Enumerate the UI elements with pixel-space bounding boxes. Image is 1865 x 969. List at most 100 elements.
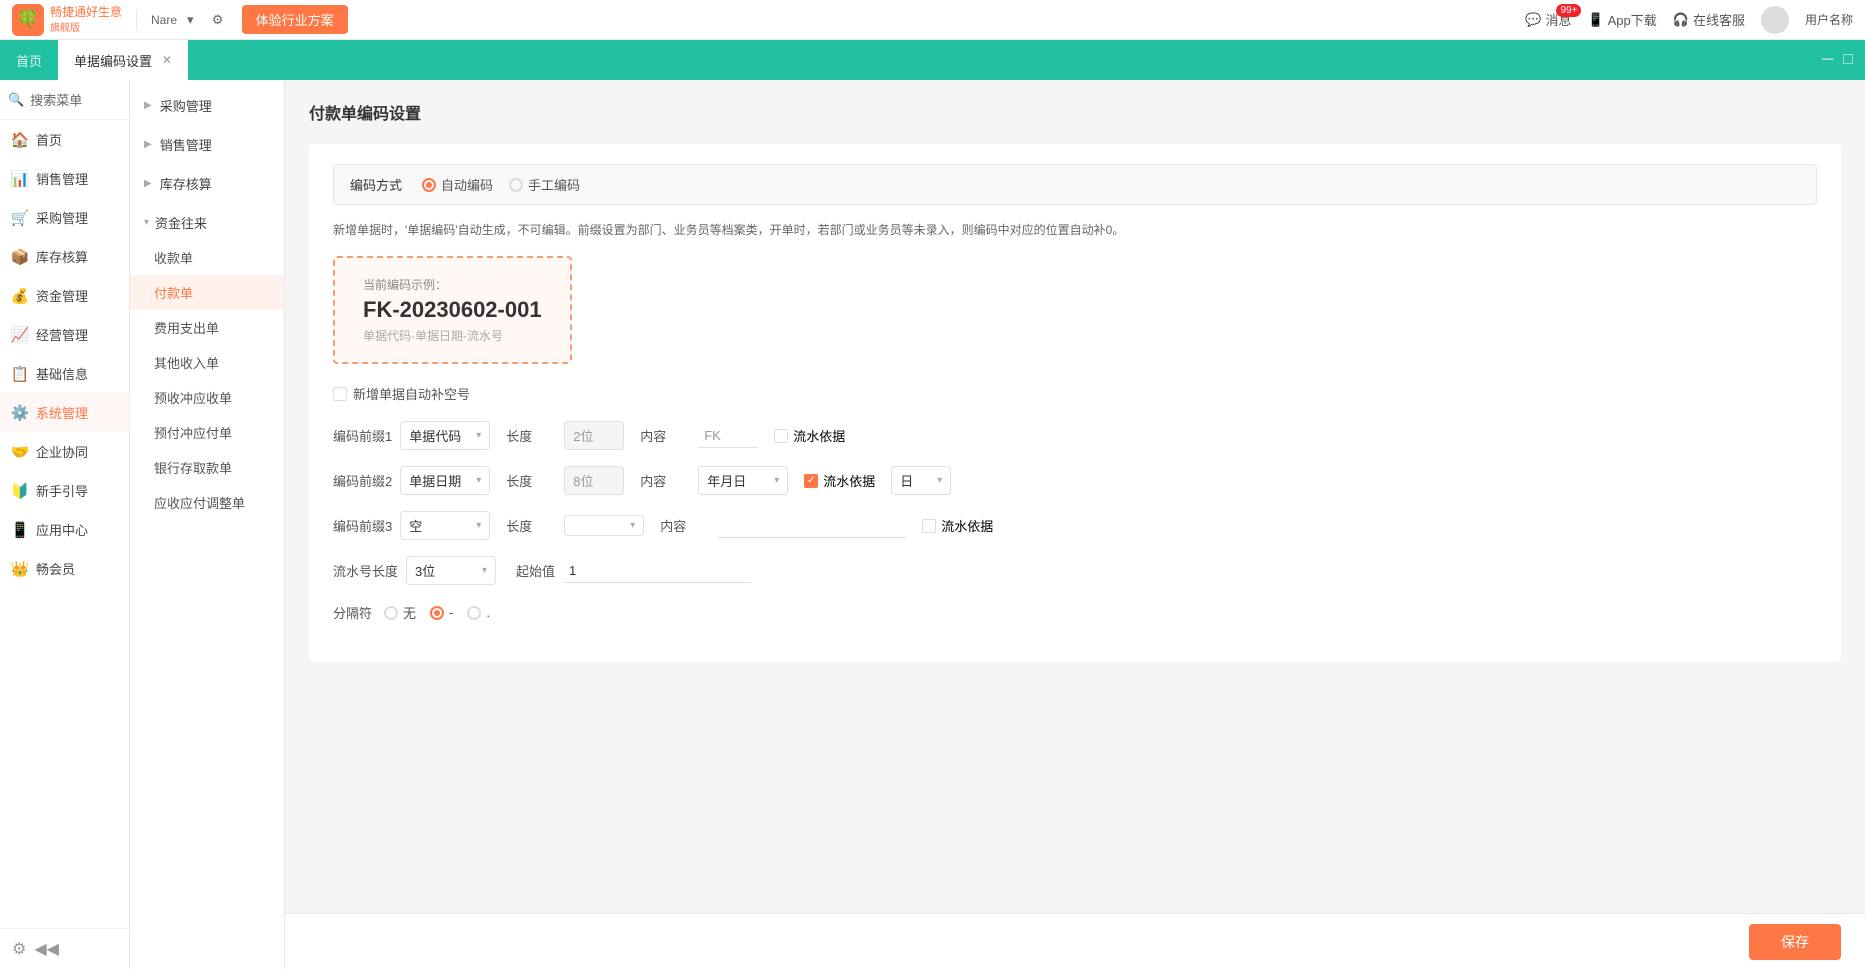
separator-options: 无 - .	[384, 603, 490, 622]
start-value-label: 起始值	[516, 561, 555, 580]
sidebar-item-system[interactable]: ⚙️ 系统管理	[0, 393, 129, 432]
sidebar-item-home[interactable]: 🏠 首页	[0, 120, 129, 159]
separator-row: 分隔符 无 - .	[333, 603, 1817, 622]
message-btn[interactable]: 💬 消息 99+	[1525, 10, 1571, 29]
sep-none-radio[interactable]: 无	[384, 603, 416, 622]
sec-item-bank[interactable]: 银行存取款单	[130, 450, 284, 485]
sidebar-item-enterprise[interactable]: 🤝 企业协同	[0, 432, 129, 471]
prefix2-content-select[interactable]: 年月日 ▾	[698, 466, 788, 495]
topbar: 🍀 畅捷通好生意 旗舰版 Nare ▾ ⚙ 体验行业方案 💬 消息 99+ 📱 …	[0, 0, 1865, 40]
chevron-right-icon: ▶	[144, 100, 152, 111]
sidebar-item-sales[interactable]: 📊 销售管理	[0, 159, 129, 198]
sec-item-advance-offset[interactable]: 预付冲应付单	[130, 415, 284, 450]
app-download-btn[interactable]: 📱 App下载	[1587, 10, 1656, 29]
settings-bottom-icon[interactable]: ⚙	[12, 939, 26, 959]
sidebar-item-operations[interactable]: 📈 经营管理	[0, 315, 129, 354]
prefix2-type-select[interactable]: 单据日期 ▾	[400, 466, 490, 495]
prefix3-content-label: 内容	[660, 516, 710, 535]
settings-icon[interactable]: ⚙	[204, 6, 232, 34]
prefix1-type-select[interactable]: 单据代码 ▾	[400, 421, 490, 450]
serial-length-label: 流水号长度	[333, 561, 398, 580]
prefix1-length-select: 2位	[564, 421, 624, 450]
prefix1-type-field: 编码前缀1 单据代码 ▾	[333, 421, 490, 450]
auto-encoding-radio[interactable]: 自动编码	[422, 175, 493, 194]
topbar-right: 💬 消息 99+ 📱 App下载 🎧 在线客服 用户名称	[1525, 6, 1853, 34]
try-btn[interactable]: 体验行业方案	[242, 5, 348, 34]
serial-length-field: 流水号长度 3位 ▾	[333, 556, 496, 585]
separator-label: 分隔符	[333, 603, 372, 622]
sep-dash-dot	[430, 606, 444, 620]
tab-home[interactable]: 首页	[0, 40, 58, 80]
online-service-btn[interactable]: 🎧 在线客服	[1673, 10, 1745, 29]
search-menu-btn[interactable]: 🔍 搜索菜单	[0, 80, 129, 120]
prefix1-label: 编码前缀1	[333, 426, 392, 445]
prefix1-serial-label: 流水依据	[793, 426, 845, 445]
sidebar-item-finance[interactable]: 💰 资金管理	[0, 276, 129, 315]
user-avatar[interactable]	[1761, 6, 1789, 34]
sec-group-purchase: ▶ 采购管理	[130, 88, 284, 123]
minimize-icon[interactable]: ─	[1822, 51, 1833, 69]
manual-encoding-dot	[509, 178, 523, 192]
sec-item-adjustment[interactable]: 应收应付调整单	[130, 485, 284, 520]
sec-group-capital-header[interactable]: ▾ 资金往来	[130, 205, 284, 240]
preview-box: 当前编码示例： FK-20230602-001 单据代码-单据日期-流水号	[333, 256, 572, 364]
sec-group-sales-header[interactable]: ▶ 销售管理	[130, 127, 284, 162]
message-badge: 99+	[1556, 4, 1581, 17]
sec-item-other-income[interactable]: 其他收入单	[130, 345, 284, 380]
guide-icon: 🔰	[12, 483, 28, 499]
prefix2-content-label: 内容	[640, 471, 690, 490]
prefix2-length-select: 8位	[564, 466, 624, 495]
tab-encoding-settings[interactable]: 单据编码设置 ✕	[58, 40, 188, 80]
prefix3-length-select[interactable]: ▾	[564, 515, 644, 536]
sidebar-item-inventory[interactable]: 📦 库存核算	[0, 237, 129, 276]
sec-group-inventory-header[interactable]: ▶ 库存核算	[130, 166, 284, 201]
sidebar-item-member[interactable]: 👑 畅会员	[0, 549, 129, 588]
sec-item-payment[interactable]: 付款单	[130, 275, 284, 310]
start-value-input[interactable]	[563, 559, 751, 583]
sep-dash-radio[interactable]: -	[430, 605, 453, 620]
sidebar-item-apps[interactable]: 📱 应用中心	[0, 510, 129, 549]
chevron-right-icon: ▶	[144, 139, 152, 150]
save-button[interactable]: 保存	[1749, 924, 1841, 960]
select-arrow-icon: ▾	[476, 430, 481, 441]
prefix3-type-select[interactable]: 空 ▾	[400, 511, 490, 540]
username: 用户名称	[1805, 11, 1853, 28]
prefix3-content-input[interactable]	[718, 514, 906, 538]
prefix1-serial-checkbox[interactable]	[774, 429, 788, 443]
sec-item-expense[interactable]: 费用支出单	[130, 310, 284, 345]
sec-item-receipt[interactable]: 收款单	[130, 240, 284, 275]
sidebar-item-guide[interactable]: 🔰 新手引导	[0, 471, 129, 510]
sep-dot-radio[interactable]: .	[467, 605, 490, 620]
prefix1-length-field: 长度 2位	[506, 421, 624, 450]
chevron-down-icon: ▾	[187, 12, 194, 28]
serial-length-select[interactable]: 3位 ▾	[406, 556, 496, 585]
collapse-icon[interactable]: ◀◀	[34, 939, 59, 959]
prefix2-serial-unit-select[interactable]: 日 ▾	[891, 466, 951, 495]
sidebar-item-purchase[interactable]: 🛒 采购管理	[0, 198, 129, 237]
prefix2-serial-checkbox[interactable]	[804, 474, 818, 488]
sidebar-item-basic-info[interactable]: 📋 基础信息	[0, 354, 129, 393]
search-icon: 🔍	[8, 92, 24, 108]
start-value-field: 起始值	[516, 559, 751, 583]
prefix2-label: 编码前缀2	[333, 471, 392, 490]
apps-icon: 📱	[12, 522, 28, 538]
sec-group-purchase-header[interactable]: ▶ 采购管理	[130, 88, 284, 123]
maximize-icon[interactable]: □	[1843, 51, 1853, 69]
sidebar: 🔍 搜索菜单 🏠 首页 📊 销售管理 🛒 采购管理 📦 库存核算 💰	[0, 80, 130, 969]
tabbar: 首页 单据编码设置 ✕ ─ □	[0, 40, 1865, 80]
brand-dropdown[interactable]: ▾	[187, 12, 194, 28]
select-arrow-icon: ▾	[476, 475, 481, 486]
system-icon: ⚙️	[12, 405, 28, 421]
finance-icon: 💰	[12, 288, 28, 304]
auto-fill-checkbox[interactable]	[333, 387, 347, 401]
auto-encoding-dot	[422, 178, 436, 192]
sec-group-inventory: ▶ 库存核算	[130, 166, 284, 201]
manual-encoding-radio[interactable]: 手工编码	[509, 175, 580, 194]
tab-close-icon[interactable]: ✕	[162, 53, 172, 67]
sidebar-nav: 🏠 首页 📊 销售管理 🛒 采购管理 📦 库存核算 💰 资金管理 📈 经	[0, 120, 129, 928]
prefix3-serial-checkbox[interactable]	[922, 519, 936, 533]
serial-length-row: 流水号长度 3位 ▾ 起始值	[333, 556, 1817, 585]
divider	[136, 10, 137, 30]
prefix2-serial-label: 流水依据	[823, 471, 875, 490]
sec-item-prepay-offset[interactable]: 预收冲应收单	[130, 380, 284, 415]
